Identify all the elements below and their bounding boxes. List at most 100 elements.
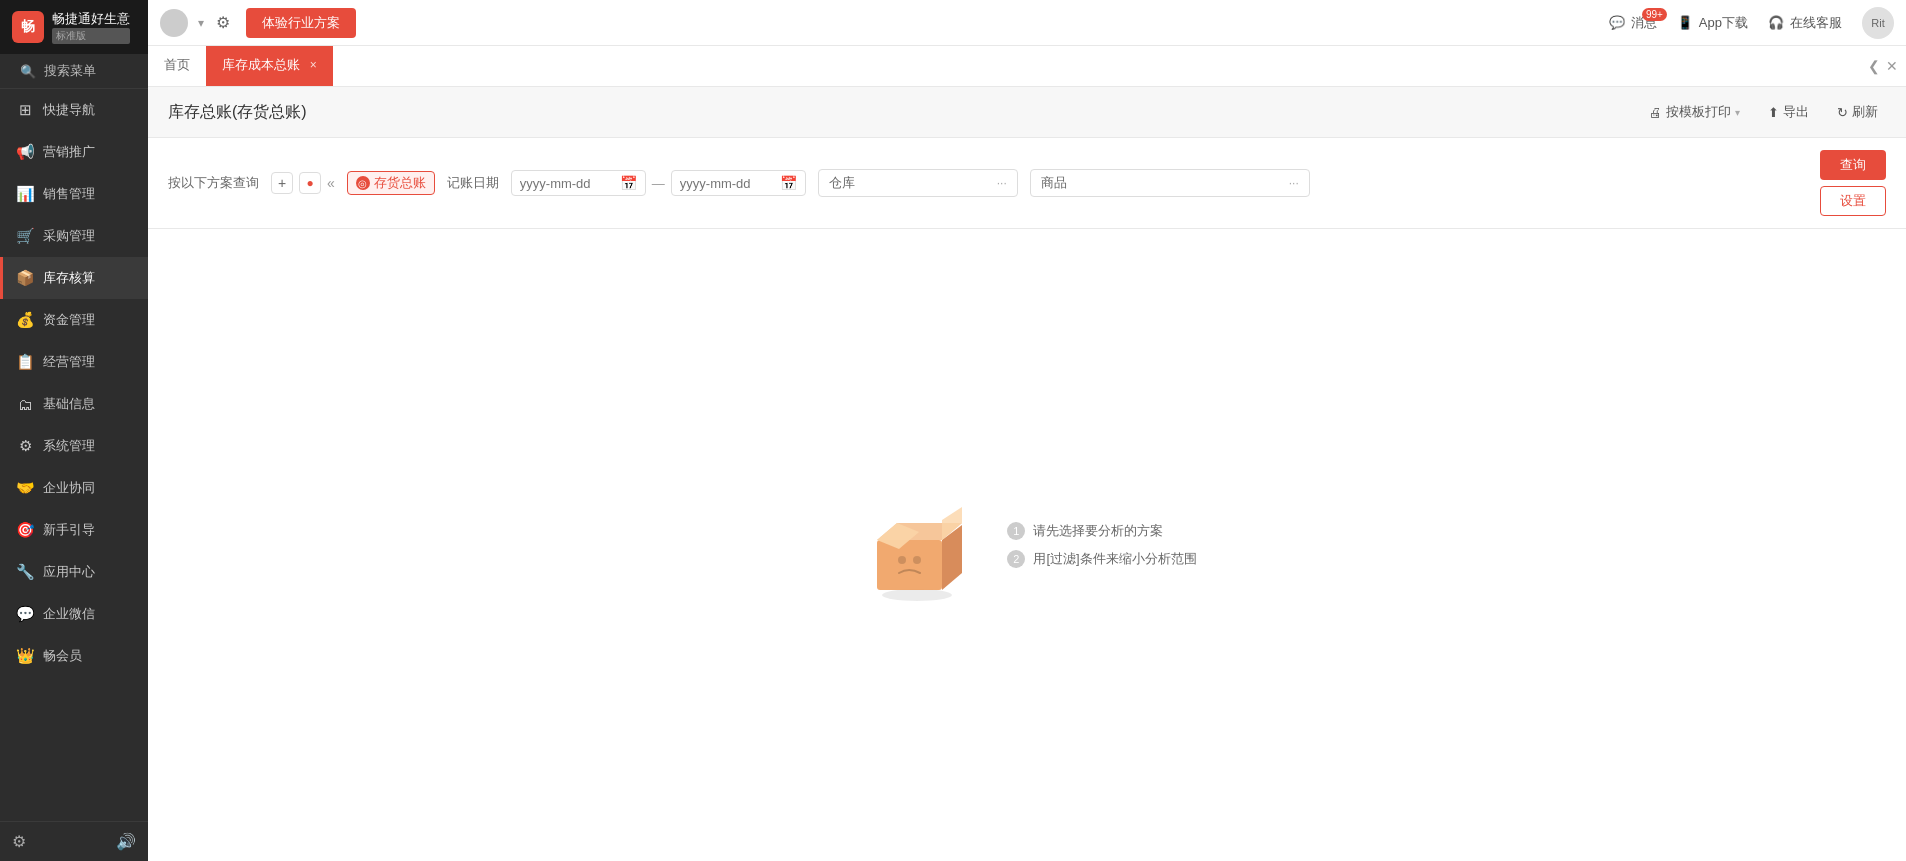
headset-icon: 🎧 bbox=[1768, 15, 1784, 30]
svg-point-0 bbox=[882, 589, 952, 601]
date-from-input[interactable] bbox=[520, 176, 620, 191]
date-group: 📅 — 📅 bbox=[511, 170, 806, 196]
refresh-icon: ↻ bbox=[1837, 105, 1848, 120]
sidebar-item-apps[interactable]: 🔧 应用中心 bbox=[0, 551, 148, 593]
sidebar-item-guide[interactable]: 🎯 新手引导 bbox=[0, 509, 148, 551]
sidebar-item-sales[interactable]: 📊 销售管理 bbox=[0, 173, 148, 215]
user-avatar bbox=[160, 9, 188, 37]
sidebar-item-cooperation[interactable]: 🤝 企业协同 bbox=[0, 467, 148, 509]
system-icon: ⚙ bbox=[15, 436, 35, 456]
empty-tip-2: 2 用[过滤]条件来缩小分析范围 bbox=[1007, 550, 1196, 568]
product-label: 商品 bbox=[1041, 174, 1067, 192]
topbar: ▾ ⚙ 体验行业方案 💬 消息 99+ 📱 App下载 🎧 在线客服 Rit bbox=[148, 0, 1906, 46]
sidebar-item-system[interactable]: ⚙ 系统管理 bbox=[0, 425, 148, 467]
empty-tip-1: 1 请先选择要分析的方案 bbox=[1007, 522, 1196, 540]
sidebar-item-finance[interactable]: 💰 资金管理 bbox=[0, 299, 148, 341]
sidebar-footer: ⚙ 🔊 bbox=[0, 821, 148, 861]
basic-icon: 🗂 bbox=[15, 394, 35, 414]
date-label: 记账日期 bbox=[447, 174, 499, 192]
filter-right-actions: 查询 设置 bbox=[1820, 150, 1886, 216]
sidebar-item-wechat[interactable]: 💬 企业微信 bbox=[0, 593, 148, 635]
wechat-icon: 💬 bbox=[15, 604, 35, 624]
inventory-icon: 📦 bbox=[15, 268, 35, 288]
warehouse-label: 仓库 bbox=[829, 174, 855, 192]
empty-illustration bbox=[857, 485, 977, 605]
sound-footer-icon[interactable]: 🔊 bbox=[116, 832, 136, 851]
apps-icon: 🔧 bbox=[15, 562, 35, 582]
logo-text: 畅捷通好生意 标准版 bbox=[52, 10, 130, 44]
online-service-action[interactable]: 🎧 在线客服 bbox=[1768, 14, 1842, 32]
message-action[interactable]: 💬 消息 99+ bbox=[1609, 14, 1657, 32]
page-header: 库存总账(存货总账) 🖨 按模板打印 ▾ ⬆ 导出 ↻ 刷新 bbox=[148, 87, 1906, 138]
filter-actions: + ● « bbox=[271, 172, 335, 194]
print-btn[interactable]: 🖨 按模板打印 ▾ bbox=[1641, 99, 1748, 125]
date-to-input[interactable] bbox=[680, 176, 780, 191]
product-select[interactable]: 商品 ··· bbox=[1030, 169, 1310, 197]
page-title: 库存总账(存货总账) bbox=[168, 102, 307, 123]
operations-icon: 📋 bbox=[15, 352, 35, 372]
date-from-input-wrap[interactable]: 📅 bbox=[511, 170, 646, 196]
svg-point-4 bbox=[898, 556, 906, 564]
user-avatar-right[interactable]: Rit bbox=[1862, 7, 1894, 39]
sidebar-nav: ⊞ 快捷导航 📢 营销推广 📊 销售管理 🛒 采购管理 📦 库存核算 💰 资金管… bbox=[0, 89, 148, 821]
calendar-to-icon[interactable]: 📅 bbox=[780, 175, 797, 191]
message-badge: 99+ bbox=[1642, 8, 1667, 21]
tab-close-icon[interactable]: × bbox=[310, 58, 317, 72]
print-icon: 🖨 bbox=[1649, 105, 1662, 120]
export-btn[interactable]: ⬆ 导出 bbox=[1760, 99, 1817, 125]
main-area: ▾ ⚙ 体验行业方案 💬 消息 99+ 📱 App下载 🎧 在线客服 Rit bbox=[148, 0, 1906, 861]
tab-close-all-icon[interactable]: ✕ bbox=[1886, 58, 1898, 74]
tip-num-2: 2 bbox=[1007, 550, 1025, 568]
sidebar-item-purchase[interactable]: 🛒 采购管理 bbox=[0, 215, 148, 257]
filter-add-btn[interactable]: + bbox=[271, 172, 293, 194]
query-btn[interactable]: 查询 bbox=[1820, 150, 1886, 180]
quick-nav-icon: ⊞ bbox=[15, 100, 35, 120]
industry-btn[interactable]: 体验行业方案 bbox=[246, 8, 356, 38]
guide-icon: 🎯 bbox=[15, 520, 35, 540]
sidebar-item-quick-nav[interactable]: ⊞ 快捷导航 bbox=[0, 89, 148, 131]
logo-icon: 畅 bbox=[12, 11, 44, 43]
settings-footer-icon[interactable]: ⚙ bbox=[12, 832, 26, 851]
filter-clear-icon: ● bbox=[306, 176, 313, 190]
tab-home[interactable]: 首页 bbox=[148, 46, 206, 86]
topbar-right: 💬 消息 99+ 📱 App下载 🎧 在线客服 Rit bbox=[1609, 7, 1894, 39]
phone-icon: 📱 bbox=[1677, 15, 1693, 30]
page-header-actions: 🖨 按模板打印 ▾ ⬆ 导出 ↻ 刷新 bbox=[1641, 99, 1886, 125]
sidebar-item-marketing[interactable]: 📢 营销推广 bbox=[0, 131, 148, 173]
filter-bar: 按以下方案查询 + ● « ◎ 存货总账 记账日期 bbox=[148, 138, 1906, 229]
calendar-from-icon[interactable]: 📅 bbox=[620, 175, 637, 191]
refresh-btn[interactable]: ↻ 刷新 bbox=[1829, 99, 1886, 125]
cooperation-icon: 🤝 bbox=[15, 478, 35, 498]
topbar-left: ▾ ⚙ 体验行业方案 bbox=[160, 8, 1609, 38]
sidebar-search[interactable]: 🔍 搜索菜单 bbox=[0, 54, 148, 89]
sidebar-item-basic[interactable]: 🗂 基础信息 bbox=[0, 383, 148, 425]
filter-scheme-item[interactable]: ◎ 存货总账 bbox=[347, 171, 435, 195]
app-download-action[interactable]: 📱 App下载 bbox=[1677, 14, 1748, 32]
sidebar-item-member[interactable]: 👑 畅会员 bbox=[0, 635, 148, 677]
purchase-icon: 🛒 bbox=[15, 226, 35, 246]
sidebar-item-inventory[interactable]: 📦 库存核算 bbox=[0, 257, 148, 299]
filter-row: 按以下方案查询 + ● « ◎ 存货总账 记账日期 bbox=[168, 150, 1886, 216]
date-to-input-wrap[interactable]: 📅 bbox=[671, 170, 806, 196]
topbar-gear-icon[interactable]: ⚙ bbox=[216, 13, 230, 32]
sales-icon: 📊 bbox=[15, 184, 35, 204]
member-icon: 👑 bbox=[15, 646, 35, 666]
marketing-icon: 📢 bbox=[15, 142, 35, 162]
print-dropdown-icon[interactable]: ▾ bbox=[1735, 107, 1740, 118]
warehouse-more-icon[interactable]: ··· bbox=[997, 176, 1007, 190]
filter-collapse-btn[interactable]: « bbox=[327, 175, 335, 191]
scheme-icon: ◎ bbox=[356, 176, 370, 190]
tabs-bar: 首页 库存成本总账 × ❮ ✕ bbox=[148, 46, 1906, 87]
tab-prev-icon[interactable]: ❮ bbox=[1868, 58, 1880, 74]
settings-btn[interactable]: 设置 bbox=[1820, 186, 1886, 216]
message-icon: 💬 bbox=[1609, 15, 1625, 30]
search-icon: 🔍 bbox=[20, 64, 36, 79]
product-more-icon[interactable]: ··· bbox=[1289, 176, 1299, 190]
warehouse-select[interactable]: 仓库 ··· bbox=[818, 169, 1018, 197]
user-dropdown-icon[interactable]: ▾ bbox=[198, 16, 204, 30]
filter-clear-btn[interactable]: ● bbox=[299, 172, 321, 194]
sidebar: 畅 畅捷通好生意 标准版 🔍 搜索菜单 ⊞ 快捷导航 📢 营销推广 📊 销售管理… bbox=[0, 0, 148, 861]
tab-inventory-ledger[interactable]: 库存成本总账 × bbox=[206, 46, 333, 86]
sidebar-item-operations[interactable]: 📋 经营管理 bbox=[0, 341, 148, 383]
svg-point-5 bbox=[913, 556, 921, 564]
